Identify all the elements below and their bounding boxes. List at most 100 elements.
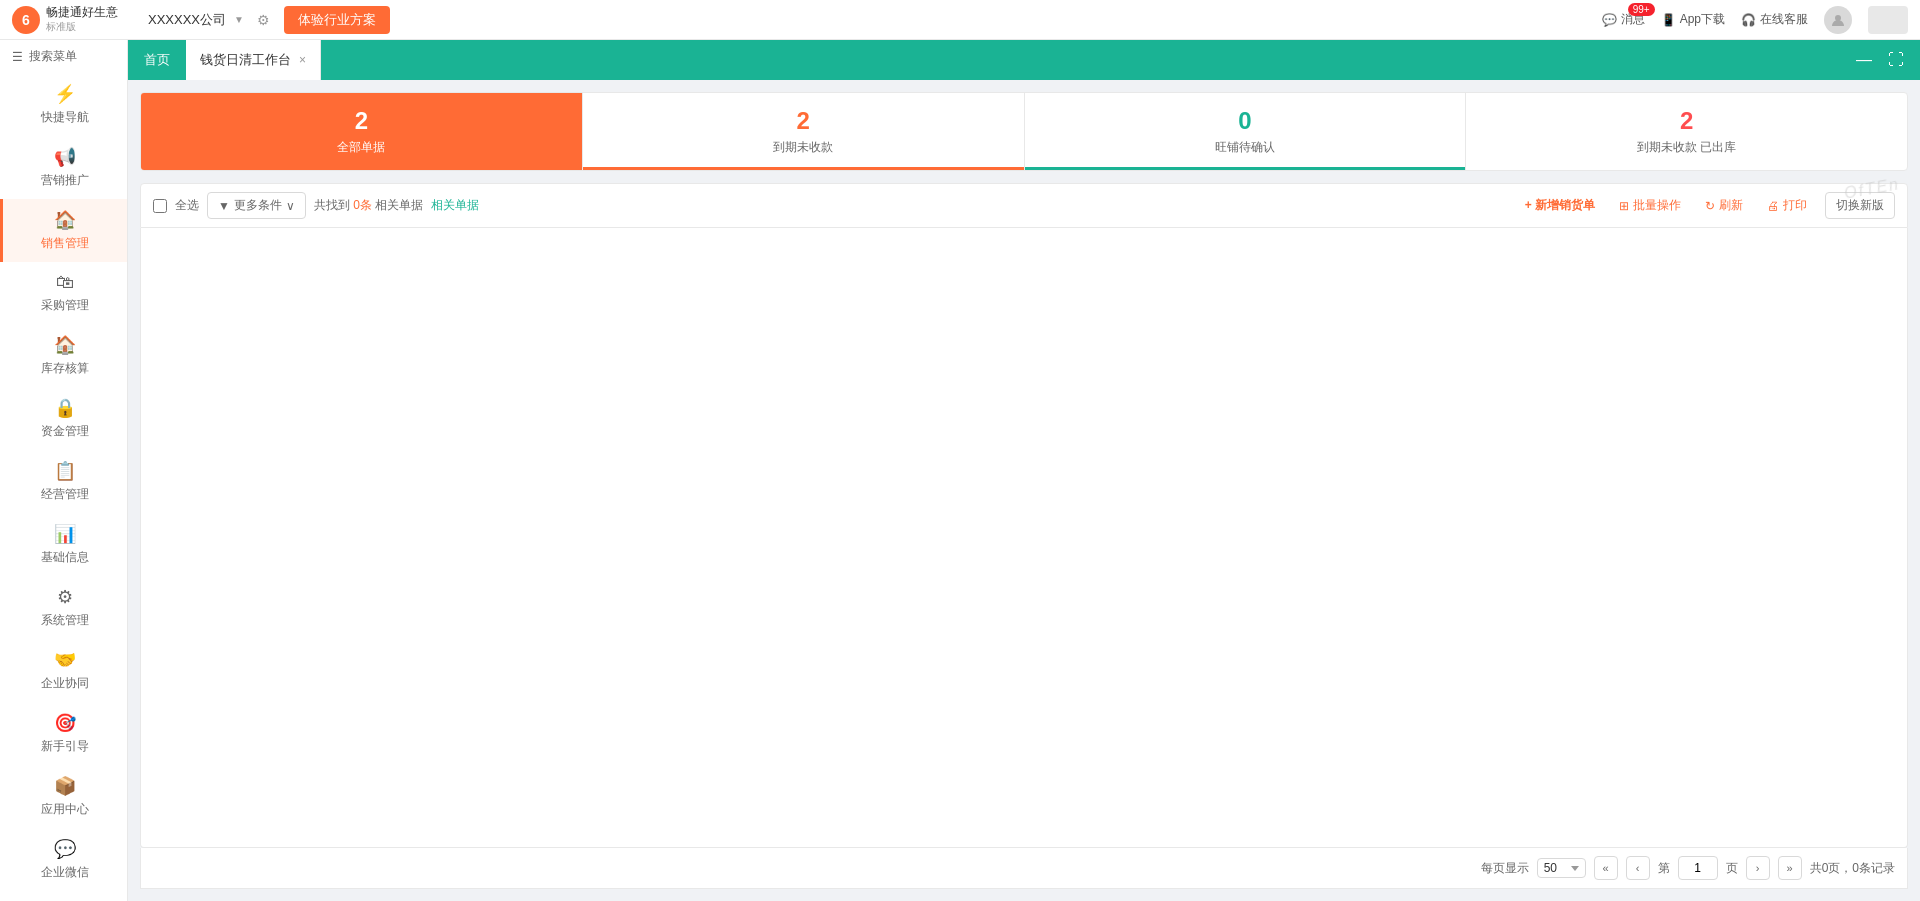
app-download-button[interactable]: 📱 App下载 <box>1661 11 1725 28</box>
sidebar-item-label: 系统管理 <box>41 612 89 629</box>
last-page-button[interactable]: » <box>1778 856 1802 880</box>
online-service-button[interactable]: 🎧 在线客服 <box>1741 11 1808 28</box>
search-menu-item[interactable]: ☰ 搜索菜单 <box>0 40 127 73</box>
table-area <box>140 228 1908 848</box>
gear-icon[interactable]: ⚙ <box>252 8 276 32</box>
sidebar-item-label: 资金管理 <box>41 423 89 440</box>
next-page-button[interactable]: › <box>1746 856 1770 880</box>
weixin-icon: 💬 <box>54 838 76 860</box>
sidebar-item-basic-info[interactable]: 📊 基础信息 <box>0 513 127 576</box>
tab-expand-button[interactable]: ⛶ <box>1884 48 1908 72</box>
refresh-label: 刷新 <box>1719 197 1743 214</box>
message-badge: 99+ <box>1628 3 1655 16</box>
toolbar-right: + 新增销货单 ⊞ 批量操作 ↻ 刷新 🖨 打印 切换新版 <box>1519 192 1895 219</box>
message-icon: 💬 <box>1602 13 1617 27</box>
page-size-select[interactable]: 50 10 20 100 <box>1537 858 1586 878</box>
prev-page-button[interactable]: ‹ <box>1626 856 1650 880</box>
sidebar-item-weixin[interactable]: 💬 企业微信 <box>0 828 127 891</box>
online-service-label: 在线客服 <box>1760 11 1808 28</box>
guide-icon: 🎯 <box>54 712 76 734</box>
tab-minimize-button[interactable]: — <box>1852 48 1876 72</box>
batch-icon: ⊞ <box>1619 199 1629 213</box>
first-page-button[interactable]: « <box>1594 856 1618 880</box>
avatar-extra[interactable] <box>1868 6 1908 34</box>
trial-button[interactable]: 体验行业方案 <box>284 6 390 34</box>
add-sales-order-button[interactable]: + 新增销货单 <box>1519 193 1601 218</box>
main-layout: ☰ 搜索菜单 ⚡ 快捷导航 📢 营销推广 🏠 销售管理 🛍 采购管理 🏠 库存核… <box>0 40 1920 901</box>
sidebar-item-sales[interactable]: 🏠 销售管理 <box>0 199 127 262</box>
sales-icon: 🏠 <box>54 209 76 231</box>
top-bar: 6 畅捷通好生意 标准版 XXXXXX公司 ▼ ⚙ 体验行业方案 💬 消息 99… <box>0 0 1920 40</box>
print-button[interactable]: 🖨 打印 <box>1761 193 1813 218</box>
sidebar-item-label: 基础信息 <box>41 549 89 566</box>
sidebar-item-quick-nav[interactable]: ⚡ 快捷导航 <box>0 73 127 136</box>
tab-close-button[interactable]: × <box>299 53 306 67</box>
filter-chevron: ∨ <box>286 199 295 213</box>
refresh-icon: ↻ <box>1705 199 1715 213</box>
related-records-link[interactable]: 相关单据 <box>431 197 479 214</box>
sidebar-item-system[interactable]: ⚙ 系统管理 <box>0 576 127 639</box>
sidebar-item-marketing[interactable]: 📢 营销推广 <box>0 136 127 199</box>
download-icon: 📱 <box>1661 13 1676 27</box>
select-all-checkbox[interactable] <box>153 199 167 213</box>
sidebar-item-finance[interactable]: 🔒 资金管理 <box>0 387 127 450</box>
page-number-input[interactable] <box>1678 856 1718 880</box>
stat-number-all: 2 <box>161 107 562 135</box>
page-size-label: 每页显示 <box>1481 860 1529 877</box>
search-menu-label: 搜索菜单 <box>29 48 77 65</box>
stats-row: 2 全部单据 2 到期未收款 0 旺铺待确认 2 到期未收款 已出库 <box>140 92 1908 171</box>
logo-area: 6 畅捷通好生意 标准版 <box>12 5 140 35</box>
sidebar-item-label: 企业协同 <box>41 675 89 692</box>
stat-card-overdue-unshipped[interactable]: 2 到期未收款 已出库 <box>1466 93 1907 170</box>
service-icon: 🎧 <box>1741 13 1756 27</box>
switch-version-button[interactable]: 切换新版 <box>1825 192 1895 219</box>
sidebar-item-cooperation[interactable]: 🤝 企业协同 <box>0 639 127 702</box>
stat-label-overdue: 到期未收款 <box>603 139 1004 156</box>
sidebar-item-inventory[interactable]: 🏠 库存核算 <box>0 324 127 387</box>
page-label-suffix: 页 <box>1726 860 1738 877</box>
basic-info-icon: 📊 <box>54 523 76 545</box>
toolbar: 全选 ▼ 更多条件 ∨ 共找到 0条 相关单据 相关单据 + 新增销货单 <box>140 183 1908 228</box>
stat-card-pending-confirm[interactable]: 0 旺铺待确认 <box>1025 93 1467 170</box>
sidebar-item-label: 营销推广 <box>41 172 89 189</box>
company-name[interactable]: XXXXXX公司 <box>148 11 226 29</box>
quick-nav-icon: ⚡ <box>54 83 76 105</box>
app-center-icon: 📦 <box>54 775 76 797</box>
sidebar-item-guide[interactable]: 🎯 新手引导 <box>0 702 127 765</box>
sidebar-item-label: 快捷导航 <box>41 109 89 126</box>
refresh-button[interactable]: ↻ 刷新 <box>1699 193 1749 218</box>
sidebar-item-app-center[interactable]: 📦 应用中心 <box>0 765 127 828</box>
operations-icon: 📋 <box>54 460 76 482</box>
stat-number-overdue: 2 <box>603 107 1004 135</box>
result-count: 0条 <box>353 198 372 212</box>
tab-active[interactable]: 钱货日清工作台 × <box>186 40 321 80</box>
user-icon <box>1830 12 1846 28</box>
tab-bar: 首页 钱货日清工作台 × — ⛶ <box>128 40 1920 80</box>
message-button[interactable]: 💬 消息 99+ <box>1602 11 1645 28</box>
sidebar-item-purchase[interactable]: 🛍 采购管理 <box>0 262 127 324</box>
stat-number-pending: 0 <box>1045 107 1446 135</box>
system-icon: ⚙ <box>57 586 73 608</box>
stat-card-overdue-uncollected[interactable]: 2 到期未收款 <box>583 93 1025 170</box>
total-info: 共0页，0条记录 <box>1810 860 1895 877</box>
sidebar-item-label: 库存核算 <box>41 360 89 377</box>
chevron-down-icon[interactable]: ▼ <box>234 14 244 25</box>
logo-sub: 标准版 <box>46 20 118 34</box>
search-icon: ☰ <box>12 50 23 64</box>
tab-home[interactable]: 首页 <box>128 40 186 80</box>
result-text: 共找到 0条 相关单据 <box>314 197 423 214</box>
company-selector[interactable]: XXXXXX公司 ▼ ⚙ <box>148 8 276 32</box>
finance-icon: 🔒 <box>54 397 76 419</box>
stat-label-all: 全部单据 <box>161 139 562 156</box>
more-filter-button[interactable]: ▼ 更多条件 ∨ <box>207 192 306 219</box>
batch-operation-button[interactable]: ⊞ 批量操作 <box>1613 193 1687 218</box>
filter-icon: ▼ <box>218 199 230 213</box>
avatar[interactable] <box>1824 6 1852 34</box>
print-label: 打印 <box>1783 197 1807 214</box>
sidebar-item-member[interactable]: V 畅会员 <box>0 891 127 901</box>
stat-card-all[interactable]: 2 全部单据 <box>141 93 583 170</box>
sidebar-item-label: 新手引导 <box>41 738 89 755</box>
logo-icon: 6 <box>12 6 40 34</box>
sidebar: ☰ 搜索菜单 ⚡ 快捷导航 📢 营销推广 🏠 销售管理 🛍 采购管理 🏠 库存核… <box>0 40 128 901</box>
sidebar-item-operations[interactable]: 📋 经营管理 <box>0 450 127 513</box>
